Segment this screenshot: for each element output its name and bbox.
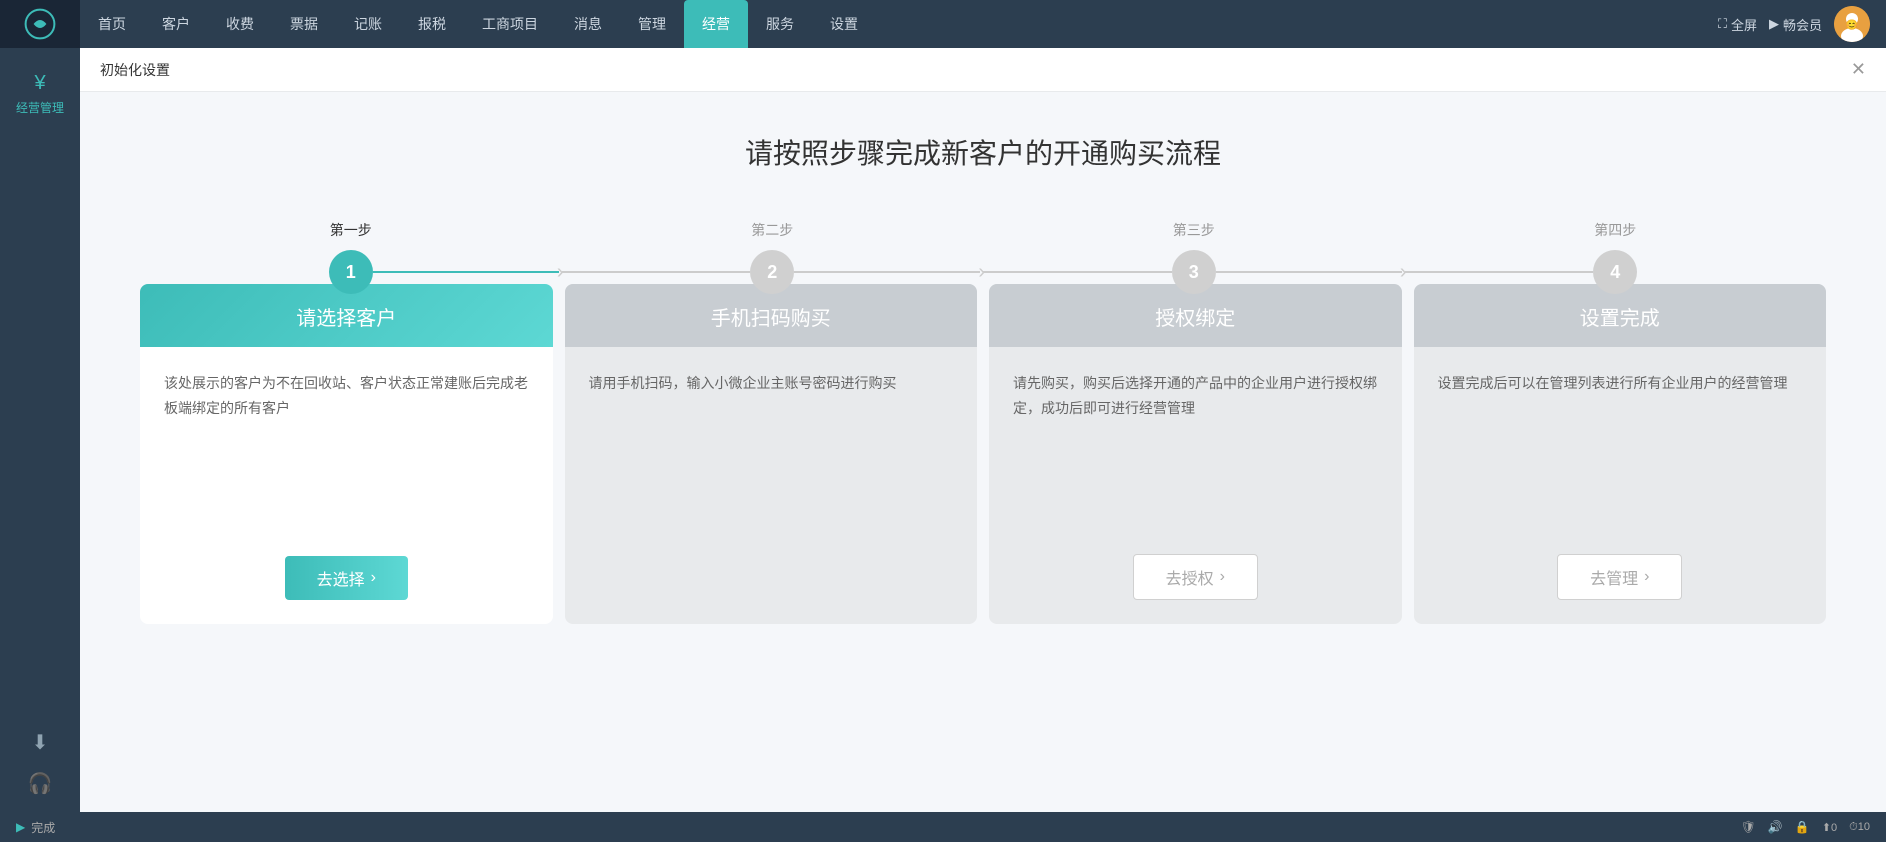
member-button[interactable]: ▶ 畅会员 — [1769, 15, 1822, 34]
nav-accounting[interactable]: 记账 — [336, 0, 400, 48]
app-logo[interactable] — [0, 0, 80, 48]
volume-status-icon: 🔊 — [1768, 820, 1783, 834]
status-bar-left: ▶ 完成 — [16, 819, 55, 836]
step1-label: 第一步 — [330, 220, 372, 240]
nav-items: 首页 客户 收费 票据 记账 报税 工商项目 消息 管理 经营 服务 设置 — [80, 0, 1718, 48]
step1-action-button[interactable]: 去选择 › — [285, 556, 408, 600]
sidebar-bottom-items: ⬇ 🎧 — [28, 730, 53, 796]
nav-invoice[interactable]: 票据 — [272, 0, 336, 48]
fullscreen-icon: ⛶ — [1718, 16, 1727, 32]
clock-status-icon: ⏱10 — [1849, 821, 1870, 834]
nav-customer[interactable]: 客户 — [144, 0, 208, 48]
cloud-status-icon: ⬆0 — [1822, 821, 1837, 834]
nav-message[interactable]: 消息 — [556, 0, 620, 48]
step3-label: 第三步 — [1173, 220, 1215, 240]
step1-circle: 1 — [329, 250, 373, 294]
nav-right: ⛶ 全屏 ▶ 畅会员 😊 — [1718, 6, 1870, 42]
step2-label: 第二步 — [751, 220, 793, 240]
close-button[interactable]: ✕ — [1851, 59, 1866, 80]
step1-card-body: 该处展示的客户为不在回收站、客户状态正常建账后完成老板端绑定的所有客户 — [140, 347, 553, 540]
yen-icon: ¥ — [34, 72, 45, 95]
headset-icon[interactable]: 🎧 — [28, 771, 53, 796]
download-icon[interactable]: ⬇ — [32, 730, 49, 755]
step3-card-body: 请先购买，购买后选择开通的产品中的企业用户进行授权绑定，成功后即可进行经营管理 — [989, 347, 1402, 538]
nav-operation[interactable]: 经营 — [684, 0, 748, 48]
step4-action-button[interactable]: 去管理 › — [1557, 554, 1682, 600]
step3-circle: 3 — [1172, 250, 1216, 294]
step2-card: 手机扫码购买 请用手机扫码，输入小微企业主账号密码进行购买 — [565, 284, 978, 624]
page-title: 初始化设置 — [100, 60, 170, 80]
step3-card: 授权绑定 请先购买，购买后选择开通的产品中的企业用户进行授权绑定，成功后即可进行… — [989, 284, 1402, 624]
nav-bizproject[interactable]: 工商项目 — [464, 0, 556, 48]
step4-arrow-icon: › — [1644, 568, 1649, 586]
user-avatar[interactable]: 😊 — [1834, 6, 1870, 42]
sidebar-item-operation[interactable]: ¥ 经营管理 — [0, 60, 80, 128]
nav-tax[interactable]: 报税 — [400, 0, 464, 48]
step4-circle: 4 — [1593, 250, 1637, 294]
sidebar-item-label: 经营管理 — [16, 99, 64, 116]
main-content: 初始化设置 ✕ 请按照步骤完成新客户的开通购买流程 第一步 1 › — [80, 48, 1886, 812]
page-header: 初始化设置 ✕ — [80, 48, 1886, 92]
nav-fee[interactable]: 收费 — [208, 0, 272, 48]
flow-title: 请按照步骤完成新客户的开通购买流程 — [140, 132, 1826, 172]
step4-card-body: 设置完成后可以在管理列表进行所有企业用户的经营管理 — [1414, 347, 1827, 538]
top-navigation: 首页 客户 收费 票据 记账 报税 工商项目 消息 管理 经营 服务 设置 ⛶ … — [0, 0, 1886, 48]
step2-card-footer — [565, 584, 978, 624]
nav-home[interactable]: 首页 — [80, 0, 144, 48]
play-status-icon: ▶ — [16, 820, 25, 834]
step4-card-footer: 去管理 › — [1414, 538, 1827, 624]
step-cards: 请选择客户 该处展示的客户为不在回收站、客户状态正常建账后完成老板端绑定的所有客… — [140, 284, 1826, 624]
step1-card: 请选择客户 该处展示的客户为不在回收站、客户状态正常建账后完成老板端绑定的所有客… — [140, 284, 553, 624]
step3-action-button[interactable]: 去授权 › — [1133, 554, 1258, 600]
play-icon: ▶ — [1769, 16, 1779, 32]
step2-circle: 2 — [750, 250, 794, 294]
status-text: 完成 — [31, 819, 55, 836]
content-area: 请按照步骤完成新客户的开通购买流程 第一步 1 › 第二 — [80, 92, 1886, 812]
status-bar: ▶ 完成 🛡 🔊 🔒 ⬆0 ⏱10 — [0, 812, 1886, 842]
shield-status-icon: 🛡 — [1741, 820, 1756, 834]
nav-service[interactable]: 服务 — [748, 0, 812, 48]
step1-card-footer: 去选择 › — [140, 540, 553, 624]
sidebar: ¥ 经营管理 ⬇ 🎧 — [0, 48, 80, 812]
lock-status-icon: 🔒 — [1795, 820, 1810, 834]
nav-manage[interactable]: 管理 — [620, 0, 684, 48]
step3-arrow-icon: › — [1220, 568, 1225, 586]
step1-arrow-icon: › — [371, 569, 376, 587]
step4-card: 设置完成 设置完成后可以在管理列表进行所有企业用户的经营管理 去管理 › — [1414, 284, 1827, 624]
status-bar-right: 🛡 🔊 🔒 ⬆0 ⏱10 — [1741, 820, 1870, 834]
fullscreen-button[interactable]: ⛶ 全屏 — [1718, 15, 1757, 34]
step2-card-body: 请用手机扫码，输入小微企业主账号密码进行购买 — [565, 347, 978, 584]
svg-text:😊: 😊 — [1846, 19, 1858, 31]
nav-settings[interactable]: 设置 — [812, 0, 876, 48]
step3-card-footer: 去授权 › — [989, 538, 1402, 624]
step4-label: 第四步 — [1594, 220, 1636, 240]
